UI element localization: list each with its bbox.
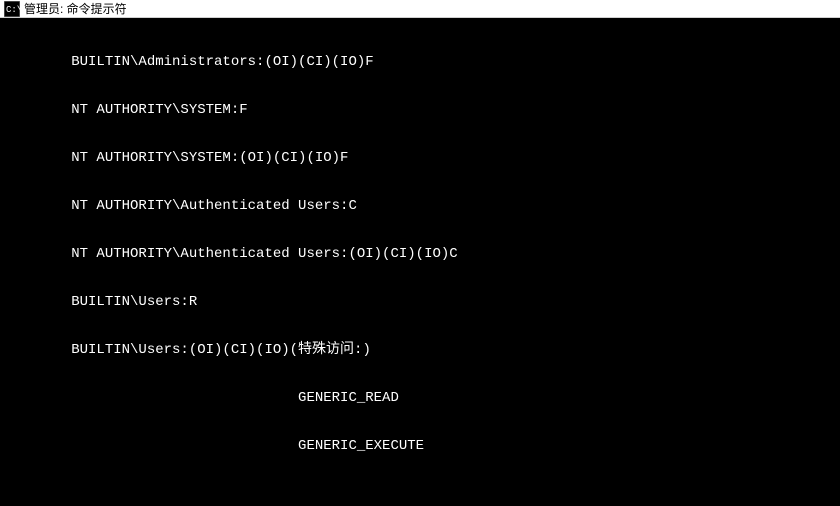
output-line: NT AUTHORITY\SYSTEM:F bbox=[4, 102, 840, 118]
output-line: GENERIC_EXECUTE bbox=[4, 438, 840, 454]
output-line: NT AUTHORITY\Authenticated Users:C bbox=[4, 198, 840, 214]
svg-text:C:\: C:\ bbox=[6, 5, 20, 15]
output-line: BUILTIN\Users:R bbox=[4, 294, 840, 310]
command-prompt-window: C:\ 管理员: 命令提示符 BUILTIN\Administrators:(O… bbox=[0, 0, 840, 506]
window-title: 管理员: 命令提示符 bbox=[24, 0, 127, 17]
output-line bbox=[4, 486, 840, 502]
output-line: NT AUTHORITY\SYSTEM:(OI)(CI)(IO)F bbox=[4, 150, 840, 166]
output-line: BUILTIN\Users:(OI)(CI)(IO)(特殊访问:) bbox=[4, 342, 840, 358]
title-bar[interactable]: C:\ 管理员: 命令提示符 bbox=[0, 0, 840, 18]
output-line: BUILTIN\Administrators:(OI)(CI)(IO)F bbox=[4, 54, 840, 70]
output-line: NT AUTHORITY\Authenticated Users:(OI)(CI… bbox=[4, 246, 840, 262]
terminal-area[interactable]: BUILTIN\Administrators:(OI)(CI)(IO)F NT … bbox=[0, 18, 840, 506]
output-line: GENERIC_READ bbox=[4, 390, 840, 406]
cmd-icon: C:\ bbox=[4, 1, 20, 17]
